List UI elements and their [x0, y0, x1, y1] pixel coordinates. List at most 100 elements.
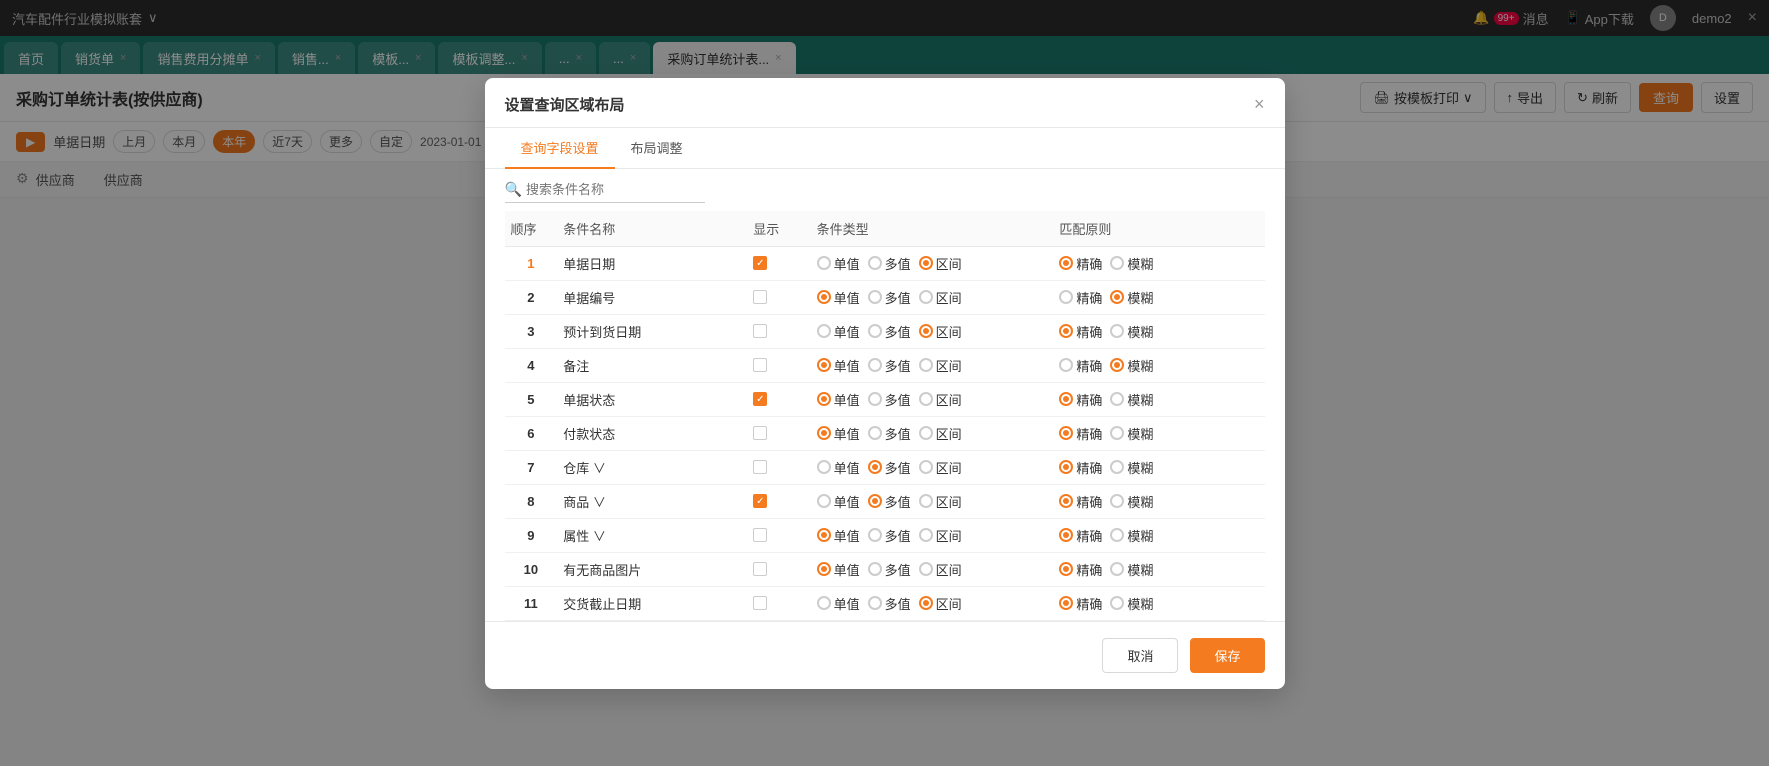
checkbox-1[interactable] [753, 290, 767, 304]
search-input[interactable] [526, 182, 696, 197]
modal-close-button[interactable]: × [1254, 95, 1265, 113]
radio-type-区间-7[interactable]: 区间 [919, 492, 962, 511]
radio-rule-精确-9[interactable]: 精确 [1059, 560, 1102, 579]
radio-type-多值-5[interactable]: 多值 [868, 424, 911, 443]
row-show-9[interactable] [747, 552, 810, 586]
radio-type-多值-0[interactable]: 多值 [868, 254, 911, 273]
radio-type-单值-2[interactable]: 单值 [817, 322, 860, 341]
row-name-6: 仓库 ∨ [557, 450, 747, 484]
radio-type-区间-8[interactable]: 区间 [919, 526, 962, 545]
radio-circle-icon [919, 290, 933, 304]
radio-rule-精确-4[interactable]: 精确 [1059, 390, 1102, 409]
row-show-10[interactable] [747, 586, 810, 620]
radio-rule-精确-1[interactable]: 精确 [1059, 288, 1102, 307]
radio-rule-模糊-4[interactable]: 模糊 [1110, 390, 1153, 409]
radio-type-多值-3[interactable]: 多值 [868, 356, 911, 375]
checkbox-10[interactable] [753, 596, 767, 610]
row-show-3[interactable] [747, 348, 810, 382]
radio-type-单值-7[interactable]: 单值 [817, 492, 860, 511]
row-show-8[interactable] [747, 518, 810, 552]
row-type-3: 单值多值区间 [811, 348, 1054, 382]
radio-type-单值-6[interactable]: 单值 [817, 458, 860, 477]
checkbox-7[interactable] [753, 494, 767, 508]
radio-type-多值-7[interactable]: 多值 [868, 492, 911, 511]
radio-type-单值-5[interactable]: 单值 [817, 424, 860, 443]
radio-rule-精确-0[interactable]: 精确 [1059, 254, 1102, 273]
radio-rule-模糊-2[interactable]: 模糊 [1110, 322, 1153, 341]
radio-circle-icon [817, 290, 831, 304]
row-show-0[interactable] [747, 246, 810, 280]
radio-type-区间-10[interactable]: 区间 [919, 594, 962, 613]
table-row: 3预计到货日期单值多值区间精确模糊 [505, 314, 1265, 348]
tab-layout-adjust[interactable]: 布局调整 [615, 128, 699, 169]
table-row: 1单据日期单值多值区间精确模糊 [505, 246, 1265, 280]
radio-type-单值-8[interactable]: 单值 [817, 526, 860, 545]
radio-rule-模糊-0[interactable]: 模糊 [1110, 254, 1153, 273]
radio-type-多值-2[interactable]: 多值 [868, 322, 911, 341]
radio-circle-icon [1059, 290, 1073, 304]
checkbox-3[interactable] [753, 358, 767, 372]
radio-rule-模糊-10[interactable]: 模糊 [1110, 594, 1153, 613]
checkbox-0[interactable] [753, 256, 767, 270]
radio-rule-模糊-7[interactable]: 模糊 [1110, 492, 1153, 511]
radio-rule-模糊-8[interactable]: 模糊 [1110, 526, 1153, 545]
tab-query-fields[interactable]: 查询字段设置 [505, 128, 615, 169]
radio-rule-精确-3[interactable]: 精确 [1059, 356, 1102, 375]
radio-type-区间-6[interactable]: 区间 [919, 458, 962, 477]
radio-type-多值-8[interactable]: 多值 [868, 526, 911, 545]
radio-rule-模糊-1[interactable]: 模糊 [1110, 288, 1153, 307]
radio-type-多值-4[interactable]: 多值 [868, 390, 911, 409]
radio-rule-模糊-9[interactable]: 模糊 [1110, 560, 1153, 579]
checkbox-8[interactable] [753, 528, 767, 542]
checkbox-6[interactable] [753, 460, 767, 474]
radio-type-区间-2[interactable]: 区间 [919, 322, 962, 341]
radio-rule-模糊-6[interactable]: 模糊 [1110, 458, 1153, 477]
radio-rule-精确-10[interactable]: 精确 [1059, 594, 1102, 613]
row-show-2[interactable] [747, 314, 810, 348]
row-rule-10: 精确模糊 [1053, 586, 1264, 620]
radio-rule-模糊-5[interactable]: 模糊 [1110, 424, 1153, 443]
radio-type-多值-1[interactable]: 多值 [868, 288, 911, 307]
radio-type-单值-4[interactable]: 单值 [817, 390, 860, 409]
radio-circle-icon [919, 460, 933, 474]
radio-rule-精确-8[interactable]: 精确 [1059, 526, 1102, 545]
radio-rule-模糊-3[interactable]: 模糊 [1110, 356, 1153, 375]
radio-type-多值-6[interactable]: 多值 [868, 458, 911, 477]
radio-type-多值-9[interactable]: 多值 [868, 560, 911, 579]
row-show-7[interactable] [747, 484, 810, 518]
radio-type-单值-1[interactable]: 单值 [817, 288, 860, 307]
checkbox-2[interactable] [753, 324, 767, 338]
table-row: 9属性 ∨单值多值区间精确模糊 [505, 518, 1265, 552]
radio-type-区间-9[interactable]: 区间 [919, 560, 962, 579]
radio-rule-精确-6[interactable]: 精确 [1059, 458, 1102, 477]
radio-type-单值-0[interactable]: 单值 [817, 254, 860, 273]
row-show-4[interactable] [747, 382, 810, 416]
cancel-button[interactable]: 取消 [1102, 638, 1178, 673]
modal-search-area: 🔍 [485, 169, 1285, 211]
radio-type-多值-10[interactable]: 多值 [868, 594, 911, 613]
radio-type-单值-3[interactable]: 单值 [817, 356, 860, 375]
radio-circle-icon [919, 256, 933, 270]
radio-circle-icon [1059, 358, 1073, 372]
checkbox-5[interactable] [753, 426, 767, 440]
row-show-6[interactable] [747, 450, 810, 484]
radio-circle-icon [1059, 562, 1073, 576]
radio-type-单值-10[interactable]: 单值 [817, 594, 860, 613]
radio-rule-精确-2[interactable]: 精确 [1059, 322, 1102, 341]
row-show-1[interactable] [747, 280, 810, 314]
checkbox-9[interactable] [753, 562, 767, 576]
radio-circle-icon [1059, 528, 1073, 542]
th-show: 显示 [747, 211, 810, 247]
radio-type-单值-9[interactable]: 单值 [817, 560, 860, 579]
save-button[interactable]: 保存 [1190, 638, 1264, 673]
radio-type-区间-0[interactable]: 区间 [919, 254, 962, 273]
row-show-5[interactable] [747, 416, 810, 450]
radio-type-区间-4[interactable]: 区间 [919, 390, 962, 409]
radio-type-区间-1[interactable]: 区间 [919, 288, 962, 307]
radio-type-区间-5[interactable]: 区间 [919, 424, 962, 443]
radio-type-区间-3[interactable]: 区间 [919, 356, 962, 375]
checkbox-4[interactable] [753, 392, 767, 406]
radio-rule-精确-7[interactable]: 精确 [1059, 492, 1102, 511]
radio-rule-精确-5[interactable]: 精确 [1059, 424, 1102, 443]
radio-circle-icon [868, 290, 882, 304]
